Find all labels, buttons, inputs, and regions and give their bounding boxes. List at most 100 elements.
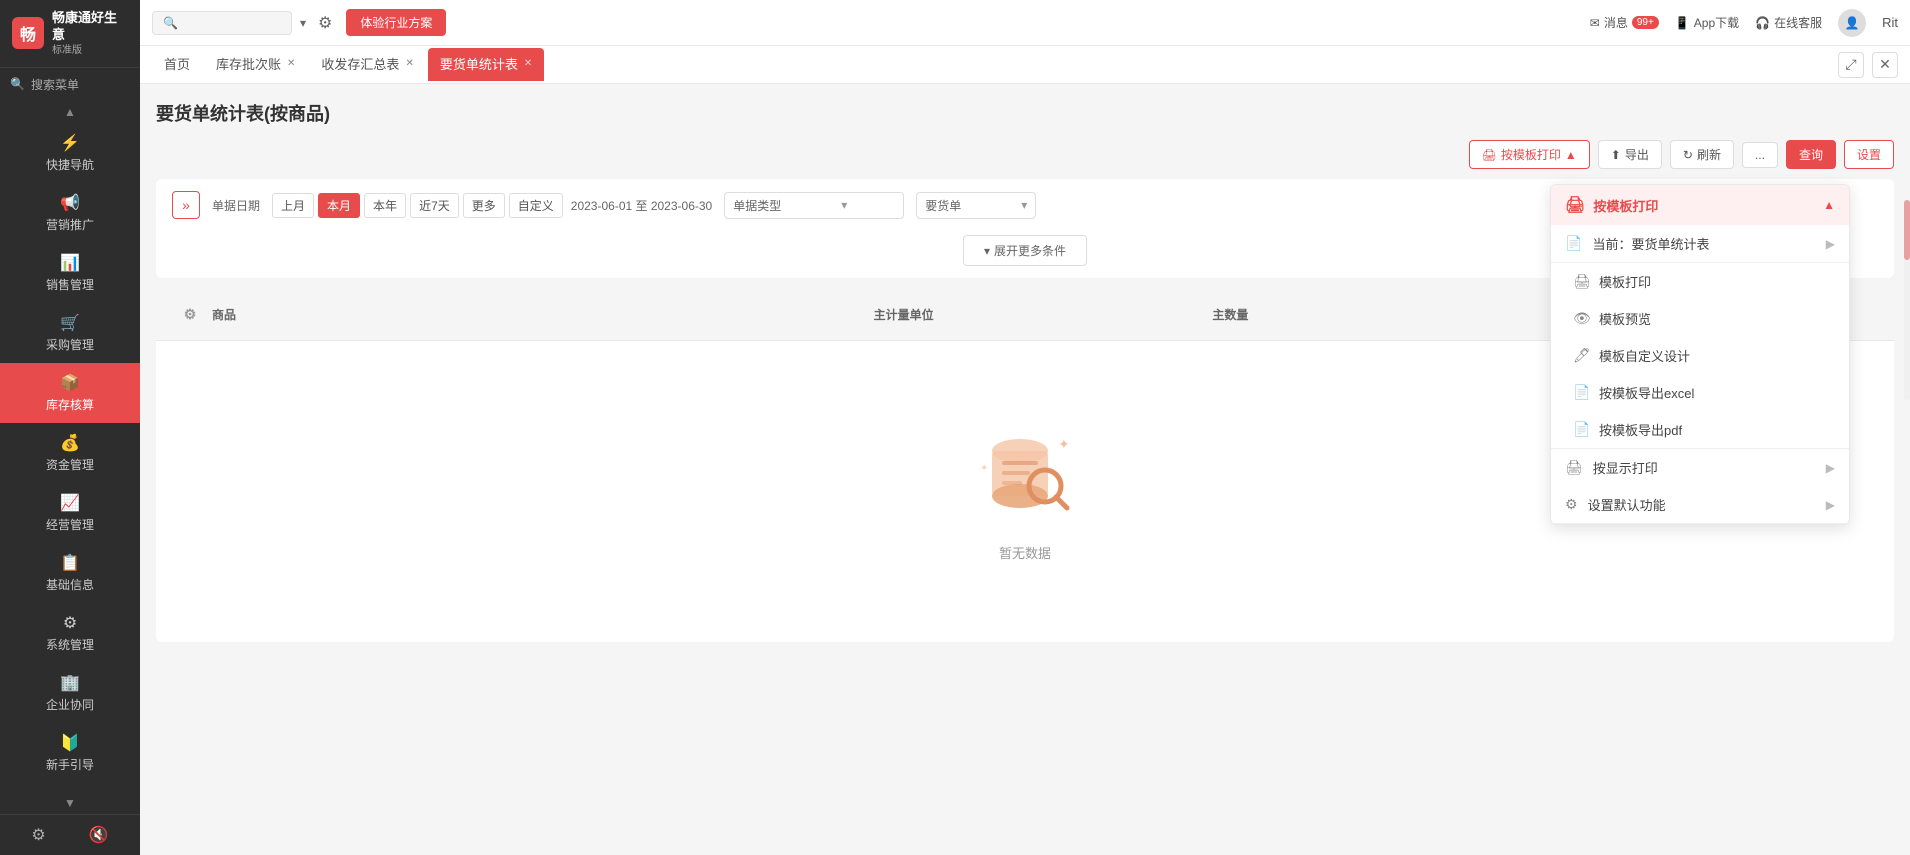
empty-illustration: ✦ ✦ xyxy=(970,421,1080,531)
audio-footer-icon[interactable]: 🔇 xyxy=(89,825,109,845)
export-icon: ⬆ xyxy=(1611,148,1621,162)
date-btn-more[interactable]: 更多 xyxy=(463,193,505,218)
tabs-bar: 首页 库存批次账 ✕ 收发存汇总表 ✕ 要货单统计表 ✕ ⤢ ✕ xyxy=(140,46,1910,84)
tab-home[interactable]: 首页 xyxy=(152,48,202,81)
dropdown-display-print[interactable]: 🖨 按显示打印 ▶ xyxy=(1551,449,1849,486)
inventory-icon: 📦 xyxy=(60,373,80,393)
app-download-label: App下载 xyxy=(1694,14,1739,31)
svg-text:✦: ✦ xyxy=(1058,436,1070,452)
th-settings: ⚙ xyxy=(168,296,204,332)
dropdown-item-export-excel[interactable]: 📄 按模板导出excel xyxy=(1551,374,1849,411)
messages-icon: ✉ xyxy=(1590,16,1600,30)
sidebar-item-inventory[interactable]: 📦 库存核算 xyxy=(0,363,140,423)
tab-batch-account[interactable]: 库存批次账 ✕ xyxy=(204,48,307,81)
scroll-down-btn[interactable]: ▼ xyxy=(0,792,140,814)
right-scrollbar xyxy=(1904,200,1910,400)
template-preview-icon: 👁 xyxy=(1573,310,1589,327)
order-type-dropdown[interactable]: 单据类型 ▾ xyxy=(724,192,904,219)
goods-dropdown[interactable]: 要货单 ▾ xyxy=(916,192,1036,219)
trial-button[interactable]: 体验行业方案 xyxy=(346,9,446,36)
tab-receipt-summary[interactable]: 收发存汇总表 ✕ xyxy=(309,48,425,81)
page-title: 要货单统计表(按商品) xyxy=(156,100,1894,126)
scroll-up-btn[interactable]: ▲ xyxy=(0,101,140,123)
sidebar-item-quick-nav[interactable]: ⚡ 快捷导航 xyxy=(0,123,140,183)
guide-icon: 🔰 xyxy=(60,733,80,753)
date-btn-last-month[interactable]: 上月 xyxy=(272,193,314,218)
th-product: 商品 xyxy=(204,302,866,327)
tabs-right-actions: ⤢ ✕ xyxy=(1838,52,1898,78)
filter-expand-btn[interactable]: » xyxy=(172,191,200,219)
date-btn-this-year[interactable]: 本年 xyxy=(364,193,406,218)
more-btn[interactable]: ... xyxy=(1742,142,1778,168)
dropdown-item-template-print[interactable]: 🖨 模板打印 xyxy=(1551,263,1849,300)
dropdown-collapse-arrow[interactable]: ▲ xyxy=(1823,198,1835,212)
sidebar-item-label: 快捷导航 xyxy=(46,156,94,173)
online-service-btn[interactable]: 🎧 在线客服 xyxy=(1755,14,1822,31)
sidebar-item-guide[interactable]: 🔰 新手引导 xyxy=(0,723,140,783)
export-pdf-label: 按模板导出pdf xyxy=(1599,420,1682,439)
print-template-btn[interactable]: 🖨 按模板打印 ▲ xyxy=(1469,140,1590,169)
current-template-label: 当前：要货单统计表 xyxy=(1592,234,1709,253)
sidebar-item-finance[interactable]: 💰 资金管理 xyxy=(0,423,140,483)
sidebar-item-marketing[interactable]: 📢 营销推广 xyxy=(0,183,140,243)
export-btn-label: 导出 xyxy=(1625,146,1649,163)
date-btn-7days[interactable]: 近7天 xyxy=(410,193,459,218)
topbar-search-box[interactable]: 🔍 xyxy=(152,11,292,35)
dropdown-item-template-preview[interactable]: 👁 模板预览 xyxy=(1551,300,1849,337)
sidebar-item-system[interactable]: ⚙ 系统管理 xyxy=(0,603,140,663)
th-unit: 主计量单位 xyxy=(866,302,1205,327)
tab-order-stats-close[interactable]: ✕ xyxy=(524,58,532,69)
page-content: 要货单统计表(按商品) 🖨 按模板打印 ▲ ⬆ 导出 ↻ 刷新 ... 查询 xyxy=(140,84,1910,855)
tab-batch-account-close[interactable]: ✕ xyxy=(287,58,295,69)
topbar: 🔍 ▾ ⚙ 体验行业方案 ✉ 消息 99+ 📱 App下载 🎧 在线客服 👤 R xyxy=(140,0,1910,46)
user-avatar[interactable]: 👤 xyxy=(1838,9,1866,37)
expand-more-btn[interactable]: ▾ 展开更多条件 xyxy=(963,235,1087,266)
export-btn[interactable]: ⬆ 导出 xyxy=(1598,140,1662,169)
expand-more-icon: ▾ xyxy=(984,244,990,258)
messages-btn[interactable]: ✉ 消息 99+ xyxy=(1590,14,1659,31)
sidebar-item-purchase[interactable]: 🛒 采购管理 xyxy=(0,303,140,363)
sidebar-item-label: 经营管理 xyxy=(46,516,94,533)
refresh-btn[interactable]: ↻ 刷新 xyxy=(1670,140,1734,169)
right-scrollbar-thumb[interactable] xyxy=(1904,200,1910,260)
query-btn[interactable]: 查询 xyxy=(1786,140,1836,169)
sidebar-item-label: 企业协同 xyxy=(46,696,94,713)
tab-order-stats-label: 要货单统计表 xyxy=(440,54,518,73)
sidebar-item-sales[interactable]: 📊 销售管理 xyxy=(0,243,140,303)
search-menu[interactable]: 🔍 搜索菜单 xyxy=(0,68,140,101)
export-pdf-icon: 📄 xyxy=(1573,421,1589,438)
dropdown-header[interactable]: 🖨 按模板打印 ▲ xyxy=(1551,185,1849,225)
topbar-dropdown-arrow[interactable]: ▾ xyxy=(300,16,306,30)
sidebar-item-enterprise[interactable]: 🏢 企业协同 xyxy=(0,663,140,723)
home-label: 首页 xyxy=(164,54,190,73)
topbar-settings-icon[interactable]: ⚙ xyxy=(318,13,332,33)
print-icon: 🖨 xyxy=(1482,148,1497,162)
app-download-icon: 📱 xyxy=(1675,16,1690,30)
sidebar-item-basic-info[interactable]: 📋 基础信息 xyxy=(0,543,140,603)
sidebar-nav: ⚡ 快捷导航 📢 营销推广 📊 销售管理 🛒 采购管理 📦 库存核算 💰 资金管… xyxy=(0,123,140,792)
expand-more-label: 展开更多条件 xyxy=(994,242,1066,259)
app-download-btn[interactable]: 📱 App下载 xyxy=(1675,14,1739,31)
tab-maximize-btn[interactable]: ⤢ xyxy=(1838,52,1864,78)
table-column-settings-btn[interactable]: ⚙ xyxy=(176,300,204,328)
template-print-icon: 🖨 xyxy=(1573,273,1589,290)
sidebar-item-operations[interactable]: 📈 经营管理 xyxy=(0,483,140,543)
online-service-label: 在线客服 xyxy=(1774,14,1822,31)
dropdown-item-export-pdf[interactable]: 📄 按模板导出pdf xyxy=(1551,411,1849,448)
tab-receipt-summary-close[interactable]: ✕ xyxy=(405,58,413,69)
current-template-arrow: ▶ xyxy=(1826,237,1835,251)
tab-order-stats[interactable]: 要货单统计表 ✕ xyxy=(428,48,544,81)
settings-footer-icon[interactable]: ⚙ xyxy=(31,825,45,845)
display-print-arrow: ▶ xyxy=(1826,461,1835,475)
settings-btn-label: 设置 xyxy=(1857,146,1881,163)
dropdown-current-item[interactable]: 📄 当前：要货单统计表 ▶ xyxy=(1551,225,1849,262)
dropdown-item-template-custom[interactable]: 🖊 模板自定义设计 xyxy=(1551,337,1849,374)
tab-close-all-btn[interactable]: ✕ xyxy=(1872,52,1898,78)
sidebar-item-app-center[interactable]: 🔲 应用中心 xyxy=(0,783,140,792)
template-preview-label: 模板预览 xyxy=(1599,309,1651,328)
dropdown-actions-section: 🖨 模板打印 👁 模板预览 🖊 模板自定义设计 📄 按模板导出excel 📄 xyxy=(1551,263,1849,449)
date-btn-custom[interactable]: 自定义 xyxy=(509,193,563,218)
dropdown-set-default[interactable]: ⚙ 设置默认功能 ▶ xyxy=(1551,486,1849,523)
date-btn-this-month[interactable]: 本月 xyxy=(318,193,360,218)
settings-btn[interactable]: 设置 xyxy=(1844,140,1894,169)
